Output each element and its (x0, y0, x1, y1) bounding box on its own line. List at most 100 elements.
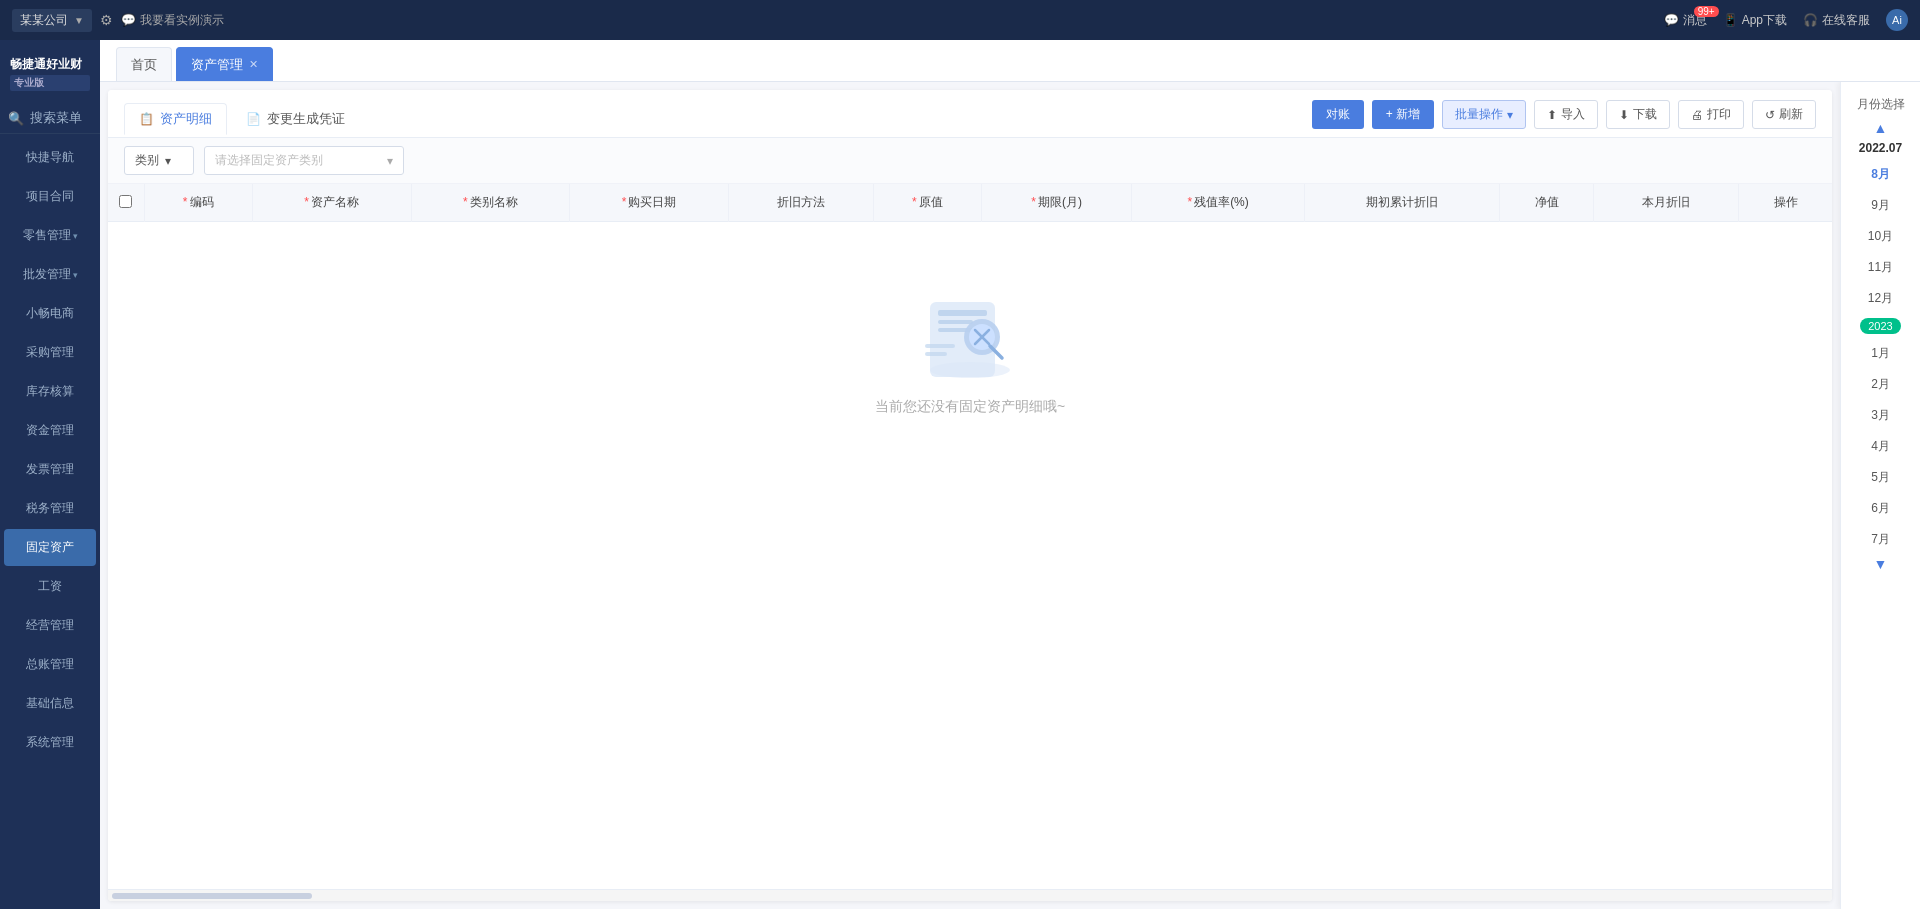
col-residual-rate: *残值率(%) (1132, 184, 1305, 222)
sidebar-item-retail[interactable]: 零售管理 ▾ (4, 217, 96, 254)
horizontal-scrollbar[interactable] (108, 889, 1832, 901)
assets-table: *编码 *资产名称 *类别名称 *购买日期 折旧方法 *原值 *期限(月) *残… (108, 184, 1832, 222)
sidebar-wholesale-label: 批发管理 (23, 266, 71, 283)
month-nav-down[interactable]: ▼ (1868, 555, 1894, 573)
refresh-button[interactable]: ↺ 刷新 (1752, 100, 1816, 129)
app-download-button[interactable]: 📱 App下载 (1723, 12, 1787, 29)
sub-tab-assetdetail-label: 资产明细 (160, 110, 212, 128)
sidebar-item-wholesale[interactable]: 批发管理 ▾ (4, 256, 96, 293)
add-button[interactable]: + 新增 (1372, 100, 1434, 129)
company-chevron-icon: ▼ (74, 15, 84, 26)
col-code: *编码 (144, 184, 252, 222)
empty-state: 当前您还没有固定资产明细哦~ (108, 222, 1832, 476)
sidebar-item-ecommerce[interactable]: 小畅电商 (4, 295, 96, 332)
table-header-row: *编码 *资产名称 *类别名称 *购买日期 折旧方法 *原值 *期限(月) *残… (108, 184, 1832, 222)
message-badge: 99+ (1694, 6, 1719, 17)
col-net-value: 净值 (1500, 184, 1594, 222)
category-input[interactable]: 请选择固定资产类别 ▾ (204, 146, 404, 175)
month-nav-up[interactable]: ▲ (1868, 119, 1894, 137)
sidebar-item-invoice[interactable]: 发票管理 (4, 451, 96, 488)
download-button[interactable]: ⬇ 下载 (1606, 100, 1670, 129)
month-panel-title: 月份选择 (1849, 90, 1913, 119)
month-item-12[interactable]: 12月 (1854, 284, 1908, 313)
tab-assetmgmt[interactable]: 资产管理 ✕ (176, 47, 273, 81)
refresh-icon: ↺ (1765, 108, 1775, 122)
headset-icon: 🎧 (1803, 13, 1818, 27)
top-bar-right: 💬 消息 99+ 📱 App下载 🎧 在线客服 Ai (1664, 9, 1908, 31)
import-icon: ⬆ (1547, 108, 1557, 122)
sidebar-item-system[interactable]: 系统管理 (4, 724, 96, 761)
sidebar-item-project[interactable]: 项目合同 (4, 178, 96, 215)
col-category: *类别名称 (411, 184, 570, 222)
sidebar-search[interactable]: 🔍 搜索菜单 (0, 103, 100, 134)
col-purchase-date: *购买日期 (570, 184, 729, 222)
month-item-6[interactable]: 6月 (1854, 494, 1908, 523)
sidebar-project-label: 项目合同 (26, 188, 74, 205)
month-item-8[interactable]: 8月 (1854, 160, 1908, 189)
import-label: 导入 (1561, 106, 1585, 123)
demo-link[interactable]: 💬 我要看实例演示 (121, 12, 224, 29)
month-item-4[interactable]: 4月 (1854, 432, 1908, 461)
sidebar-item-basicinfo[interactable]: 基础信息 (4, 685, 96, 722)
print-button[interactable]: 🖨 打印 (1678, 100, 1744, 129)
col-depreciation-method: 折旧方法 (728, 184, 873, 222)
svg-rect-10 (925, 352, 947, 356)
sidebar-invoice-label: 发票管理 (26, 461, 74, 478)
month-item-7[interactable]: 7月 (1854, 525, 1908, 554)
tab-home[interactable]: 首页 (116, 47, 172, 81)
category-type-select[interactable]: 类别 ▾ (124, 146, 194, 175)
sub-tab-voucher[interactable]: 📄 变更生成凭证 (231, 103, 360, 135)
sidebar-item-ledger[interactable]: 总账管理 (4, 646, 96, 683)
sub-tab-assetdetail[interactable]: 📋 资产明细 (124, 103, 227, 135)
online-service-label: 在线客服 (1822, 12, 1870, 29)
sidebar-item-quicknav[interactable]: 快捷导航 (4, 139, 96, 176)
sidebar-fixedassets-label: 固定资产 (26, 539, 74, 556)
sidebar-tax-label: 税务管理 (26, 500, 74, 517)
company-selector[interactable]: 某某公司 ▼ (12, 9, 92, 32)
sidebar-system-label: 系统管理 (26, 734, 74, 751)
batch-button[interactable]: 批量操作 ▾ (1442, 100, 1526, 129)
col-period: *期限(月) (981, 184, 1131, 222)
filter-bar: 类别 ▾ 请选择固定资产类别 ▾ (108, 138, 1832, 184)
main-panel: 📋 资产明细 📄 变更生成凭证 对账 + 新增 批量操作 ▾ (108, 90, 1832, 901)
sidebar-item-tax[interactable]: 税务管理 (4, 490, 96, 527)
tab-close-icon[interactable]: ✕ (249, 58, 258, 71)
month-item-11[interactable]: 11月 (1854, 253, 1908, 282)
month-item-5[interactable]: 5月 (1854, 463, 1908, 492)
month-item-2[interactable]: 2月 (1854, 370, 1908, 399)
month-item-10[interactable]: 10月 (1854, 222, 1908, 251)
month-item-3[interactable]: 3月 (1854, 401, 1908, 430)
message-icon: 💬 (1664, 13, 1679, 27)
top-bar: 某某公司 ▼ ⚙ 💬 我要看实例演示 💬 消息 99+ 📱 App下载 🎧 在线… (0, 0, 1920, 40)
user-avatar[interactable]: Ai (1886, 9, 1908, 31)
import-button[interactable]: ⬆ 导入 (1534, 100, 1598, 129)
sidebar-item-inventory[interactable]: 库存核算 (4, 373, 96, 410)
settings-icon[interactable]: ⚙ (100, 12, 113, 28)
month-item-9[interactable]: 9月 (1854, 191, 1908, 220)
online-service-button[interactable]: 🎧 在线客服 (1803, 12, 1870, 29)
sidebar-ecommerce-label: 小畅电商 (26, 305, 74, 322)
category-select-chevron: ▾ (165, 154, 171, 168)
sidebar-item-purchase[interactable]: 采购管理 (4, 334, 96, 371)
sidebar-item-salary[interactable]: 工资 (4, 568, 96, 605)
col-original-value: *原值 (873, 184, 981, 222)
month-panel-collapse-button[interactable]: › (1840, 476, 1841, 516)
assetdetail-icon: 📋 (139, 112, 154, 126)
sidebar-item-operations[interactable]: 经营管理 (4, 607, 96, 644)
scroll-thumb[interactable] (112, 893, 312, 899)
select-all-checkbox[interactable] (119, 195, 132, 208)
col-name: *资产名称 (252, 184, 411, 222)
phone-icon: 📱 (1723, 13, 1738, 27)
month-item-1[interactable]: 1月 (1854, 339, 1908, 368)
reconcile-button[interactable]: 对账 (1312, 100, 1364, 129)
sidebar-item-funds[interactable]: 资金管理 (4, 412, 96, 449)
sidebar-inventory-label: 库存核算 (26, 383, 74, 400)
sidebar-purchase-label: 采购管理 (26, 344, 74, 361)
current-month-display: 2022.07 (1859, 137, 1902, 159)
select-all-col (108, 184, 144, 222)
app-title: 畅捷通好业财 (10, 56, 90, 73)
message-button[interactable]: 💬 消息 99+ (1664, 12, 1707, 29)
avatar-icon: Ai (1886, 9, 1908, 31)
sidebar-item-fixedassets[interactable]: 固定资产 (4, 529, 96, 566)
sidebar-basicinfo-label: 基础信息 (26, 695, 74, 712)
